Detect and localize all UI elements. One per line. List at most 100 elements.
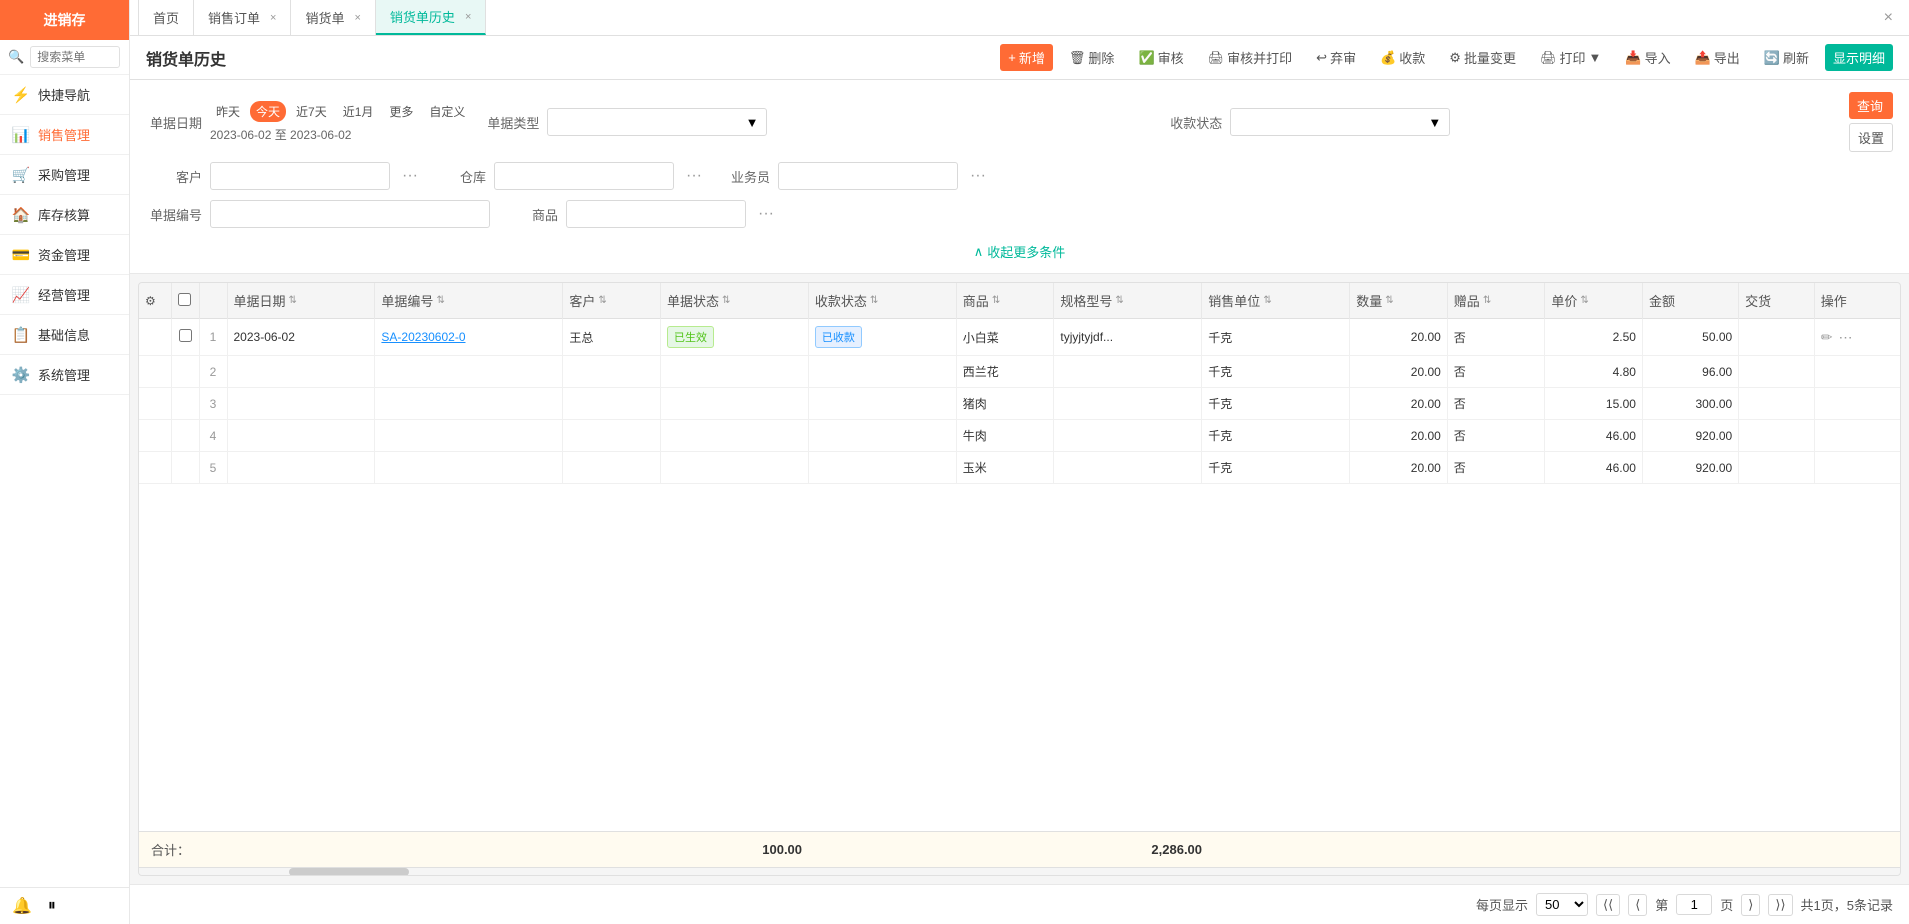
th-pay-status[interactable]: 收款状态 ⇅ [808,283,956,319]
th-doc-status[interactable]: 单据状态 ⇅ [660,283,808,319]
filter-warehouse-label: 仓库 [430,167,486,186]
sidebar-item-purchase-mgmt[interactable]: 🛒 采购管理 [0,155,129,195]
filter-customer-dots[interactable]: ··· [402,167,418,185]
page-input[interactable]: 1 [1676,894,1712,915]
import-button[interactable]: 📥 导入 [1617,44,1678,71]
page-first-button[interactable]: ⟨⟨ [1596,894,1620,916]
th-gift[interactable]: 赠品 ⇅ [1447,283,1545,319]
delete-button[interactable]: 🗑 删除 [1061,44,1123,71]
td-trade-4 [1739,452,1815,484]
th-gear[interactable]: ⚙ [139,283,171,319]
filter-warehouse-dots[interactable]: ··· [686,167,702,185]
th-doc-no[interactable]: 单据编号 ⇅ [375,283,563,319]
discard-button[interactable]: ↩ 弃审 [1308,44,1364,71]
td-qty-0: 20.00 [1350,319,1448,356]
page-next-button[interactable]: ⟩ [1741,894,1760,916]
sidebar-item-quick-nav[interactable]: ⚡ 快捷导航 [0,75,129,115]
sidebar-item-system-mgmt[interactable]: ⚙️ 系统管理 [0,355,129,395]
filter-goods-input[interactable] [566,200,746,228]
audit-icon: ✅ [1138,50,1154,66]
th-spec[interactable]: 规格型号 ⇅ [1054,283,1202,319]
scrollbar-thumb[interactable] [289,868,409,876]
th-date[interactable]: 单据日期 ⇅ [227,283,375,319]
sidebar-item-basic-info[interactable]: 📋 基础信息 [0,315,129,355]
td-price-3: 46.00 [1545,420,1643,452]
new-button[interactable]: + 新增 [1000,44,1053,71]
td-checkbox-3[interactable] [171,420,199,452]
sidebar-search-input[interactable] [30,46,120,68]
td-docno-4[interactable] [375,452,563,484]
th-customer[interactable]: 客户 ⇅ [563,283,661,319]
sidebar-item-operations[interactable]: 📈 经营管理 [0,275,129,315]
pause-icon[interactable]: ⏸ [48,897,56,915]
sort-docno-icon: ⇅ [436,295,444,306]
td-docno-0[interactable]: SA-20230602-0 [375,319,563,356]
query-button[interactable]: 查询 [1849,92,1893,119]
tab-sales-history[interactable]: 销货单历史 × [376,0,486,35]
refresh-button[interactable]: 🔄 刷新 [1756,44,1817,71]
collect-button[interactable]: 💰 收款 [1372,44,1433,71]
print-button[interactable]: 🖨 打印 ▼ [1532,44,1609,71]
page-last-button[interactable]: ⟩⟩ [1768,894,1792,916]
export-button[interactable]: 📤 导出 [1687,44,1748,71]
filter-customer-input[interactable] [210,162,390,190]
sidebar-search-bar[interactable]: 🔍 [0,40,129,75]
filter-goods-dots[interactable]: ··· [758,205,774,223]
th-price[interactable]: 单价 ⇅ [1545,283,1643,319]
tab-home[interactable]: 首页 [138,0,194,35]
filter-panel: 单据日期 昨天 今天 近7天 近1月 更多 自定义 2023-06-02 至 2… [130,80,1909,274]
th-checkbox[interactable] [171,283,199,319]
td-docno-3[interactable] [375,420,563,452]
table-scroll-area[interactable]: ⚙ 单据日期 ⇅ [139,283,1900,831]
sidebar-item-fund-mgmt[interactable]: 💳 资金管理 [0,235,129,275]
sidebar-item-sales-mgmt[interactable]: 📊 销售管理 [0,115,129,155]
notification-icon[interactable]: 🔔 [12,896,32,916]
select-all-checkbox[interactable] [178,293,191,306]
doc-no-link-0[interactable]: SA-20230602-0 [381,330,465,344]
filter-staff-input[interactable] [778,162,958,190]
filter-doc-no-input[interactable] [210,200,490,228]
filter-pay-status-select[interactable]: ▼ [1230,108,1450,136]
batch-change-button[interactable]: ⚙ 批量变更 [1441,44,1524,71]
tab-sales-order-label: 销售订单 [208,8,260,27]
date-tag-custom[interactable]: 自定义 [423,101,471,122]
settings-filter-button[interactable]: 设置 [1849,123,1893,152]
td-docno-1[interactable] [375,356,563,388]
collapse-button[interactable]: ∧ 收起更多条件 [146,238,1893,269]
tab-sales-delivery-close[interactable]: × [354,12,360,24]
td-checkbox-0[interactable] [171,319,199,356]
per-page-select[interactable]: 50 100 200 [1536,893,1588,916]
horizontal-scrollbar[interactable] [139,867,1900,875]
total-records-label: 共1页，5条记录 [1801,895,1893,914]
filter-warehouse-input[interactable] [494,162,674,190]
more-icon-0[interactable]: ⋯ [1838,329,1852,346]
date-tag-1month[interactable]: 近1月 [337,101,380,122]
th-goods[interactable]: 商品 ⇅ [956,283,1054,319]
tab-sales-order[interactable]: 销售订单 × [194,0,291,35]
td-docno-2[interactable] [375,388,563,420]
td-checkbox-2[interactable] [171,388,199,420]
filter-staff-dots[interactable]: ··· [970,167,986,185]
page-prev-button[interactable]: ⟨ [1628,894,1647,916]
sidebar-item-inventory[interactable]: 🏠 库存核算 [0,195,129,235]
edit-icon-0[interactable]: ✏ [1821,329,1833,346]
date-tag-7days[interactable]: 近7天 [290,101,333,122]
date-tag-yesterday[interactable]: 昨天 [210,101,246,122]
tab-bar-close-all[interactable]: × [1876,9,1901,27]
show-detail-button[interactable]: 显示明细 [1825,44,1893,71]
date-tag-more[interactable]: 更多 [383,101,419,122]
tab-sales-history-close[interactable]: × [465,11,471,23]
td-price-0: 2.50 [1545,319,1643,356]
tab-home-label: 首页 [153,8,179,27]
date-tag-today[interactable]: 今天 [250,101,286,122]
audit-print-button[interactable]: 🖨 审核并打印 [1200,44,1301,71]
td-gift-3: 否 [1447,420,1545,452]
filter-doc-type-select[interactable]: ▼ [547,108,767,136]
audit-button[interactable]: ✅ 审核 [1130,44,1191,71]
th-unit[interactable]: 销售单位 ⇅ [1202,283,1350,319]
th-qty[interactable]: 数量 ⇅ [1350,283,1448,319]
tab-sales-delivery[interactable]: 销货单 × [291,0,375,35]
td-checkbox-1[interactable] [171,356,199,388]
td-checkbox-4[interactable] [171,452,199,484]
tab-sales-order-close[interactable]: × [270,12,276,24]
